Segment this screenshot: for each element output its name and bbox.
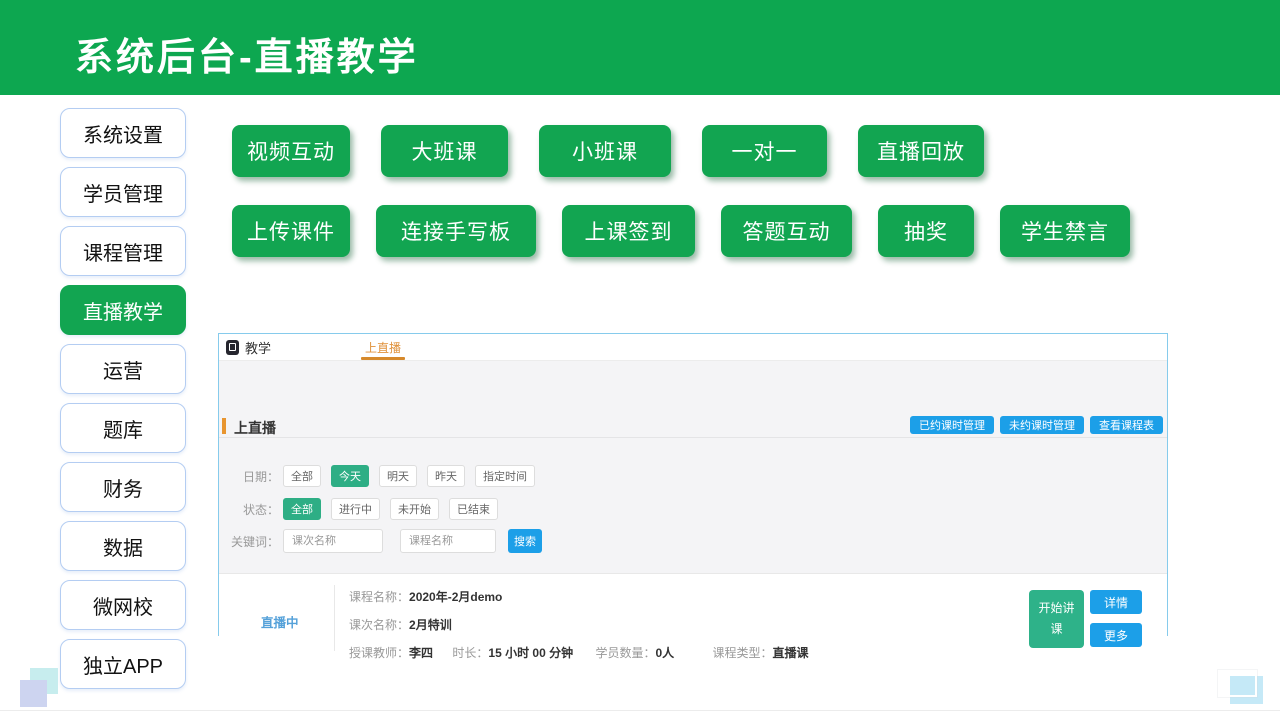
section-divider (219, 437, 1167, 438)
course-type-label: 课程类型： (712, 646, 772, 660)
sidebar-item-data[interactable]: 数据 (60, 521, 186, 571)
sidebar-item-student-management[interactable]: 学员管理 (60, 167, 186, 217)
feature-button-quiz-interaction[interactable]: 答题互动 (721, 205, 852, 257)
panel-content: 上直播 已约课时管理 未约课时管理 查看课程表 日期： 全部 今天 明天 昨天 … (219, 361, 1167, 635)
lesson-name-line: 课次名称：2月特训 (349, 616, 809, 632)
details-button[interactable]: 详情 (1090, 590, 1142, 614)
unbooked-lessons-button[interactable]: 未约课时管理 (1000, 416, 1084, 434)
status-filter-all[interactable]: 全部 (283, 498, 321, 520)
tab-go-live[interactable]: 上直播 (365, 334, 401, 360)
feature-button-small-class[interactable]: 小班课 (539, 125, 671, 177)
course-name-label: 课程名称： (349, 590, 409, 604)
date-filter-today[interactable]: 今天 (331, 465, 369, 487)
feature-button-mute-students[interactable]: 学生禁言 (1000, 205, 1130, 257)
booked-lessons-button[interactable]: 已约课时管理 (910, 416, 994, 434)
decorative-square-bottom-left-lavender (20, 680, 47, 707)
keyword-label: 关键词： (219, 533, 279, 550)
feature-buttons-row1: 视频互动 大班课 小班课 一对一 直播回放 (232, 125, 984, 177)
date-filter-label: 日期： (219, 468, 279, 485)
sidebar-item-question-bank[interactable]: 题库 (60, 403, 186, 453)
feature-button-large-class[interactable]: 大班课 (381, 125, 508, 177)
course-list: 直播中 课程名称：2020年-2月demo 课次名称：2月特训 授课教师：李四 … (219, 573, 1167, 662)
teacher-value: 李四 (409, 646, 433, 660)
sidebar-item-operations[interactable]: 运营 (60, 344, 186, 394)
feature-button-one-on-one[interactable]: 一对一 (702, 125, 827, 177)
row-divider (334, 585, 335, 651)
section-title: 上直播 (234, 418, 276, 438)
section-accent-bar (222, 418, 226, 434)
status-filter-not-started[interactable]: 未开始 (390, 498, 439, 520)
sidebar: 系统设置 学员管理 课程管理 直播教学 运营 题库 财务 数据 微网校 独立AP… (60, 108, 186, 689)
feature-buttons-row2: 上传课件 连接手写板 上课签到 答题互动 抽奖 学生禁言 (232, 205, 1130, 257)
feature-button-live-replay[interactable]: 直播回放 (858, 125, 984, 177)
course-type-value: 直播课 (773, 646, 809, 660)
feature-button-video-interaction[interactable]: 视频互动 (232, 125, 350, 177)
decorative-square-bottom-right-outline (1218, 670, 1257, 697)
sidebar-item-live-teaching[interactable]: 直播教学 (60, 285, 186, 335)
teacher-pair: 授课教师：李四 (349, 644, 433, 661)
lesson-name-label: 课次名称： (349, 618, 409, 632)
start-teaching-button[interactable]: 开始讲课 (1029, 590, 1084, 648)
course-type-pair: 课程类型：直播课 (712, 644, 808, 661)
page-header: 系统后台-直播教学 (0, 0, 1280, 95)
status-filter-in-progress[interactable]: 进行中 (331, 498, 380, 520)
app-label: 教学 (245, 338, 271, 357)
teaching-app-icon-glyph (229, 343, 236, 351)
admin-panel: 教学 上直播 上直播 已约课时管理 未约课时管理 查看课程表 日期： 全部 今天… (218, 333, 1168, 636)
feature-button-lucky-draw[interactable]: 抽奖 (878, 205, 974, 257)
feature-button-connect-tablet[interactable]: 连接手写板 (376, 205, 536, 257)
sidebar-item-course-management[interactable]: 课程管理 (60, 226, 186, 276)
course-meta-line: 授课教师：李四 时长：15 小时 00 分钟 学员数量：0人 课程类型：直播课 (349, 644, 809, 660)
course-name-line: 课程名称：2020年-2月demo (349, 588, 809, 604)
date-filter-tomorrow[interactable]: 明天 (379, 465, 417, 487)
students-count-label: 学员数量： (595, 646, 655, 660)
date-filter-row: 日期： 全部 今天 明天 昨天 指定时间 (219, 465, 535, 487)
search-button[interactable]: 搜索 (508, 529, 542, 553)
date-filter-yesterday[interactable]: 昨天 (427, 465, 465, 487)
date-filter-all[interactable]: 全部 (283, 465, 321, 487)
teacher-label: 授课教师： (349, 646, 409, 660)
live-status-badge: 直播中 (261, 612, 299, 631)
course-row-details: 课程名称：2020年-2月demo 课次名称：2月特训 授课教师：李四 时长：1… (349, 588, 809, 672)
status-filter-ended[interactable]: 已结束 (449, 498, 498, 520)
sidebar-item-system-settings[interactable]: 系统设置 (60, 108, 186, 158)
duration-value: 15 小时 00 分钟 (488, 646, 573, 660)
sidebar-item-micro-school[interactable]: 微网校 (60, 580, 186, 630)
feature-button-class-checkin[interactable]: 上课签到 (562, 205, 695, 257)
page: 系统后台-直播教学 系统设置 学员管理 课程管理 直播教学 运营 题库 财务 数… (0, 0, 1280, 720)
page-title: 系统后台-直播教学 (75, 26, 419, 81)
lesson-name-input[interactable] (283, 529, 383, 553)
course-name-value: 2020年-2月demo (409, 590, 502, 604)
panel-tabbar: 教学 上直播 (219, 334, 1167, 361)
bottom-divider (0, 710, 1280, 711)
sidebar-item-finance[interactable]: 财务 (60, 462, 186, 512)
status-filter-row: 状态： 全部 进行中 未开始 已结束 (219, 498, 498, 520)
lesson-name-value: 2月特训 (409, 618, 452, 632)
status-filter-label: 状态： (219, 501, 279, 518)
students-pair: 学员数量：0人 (595, 644, 674, 661)
duration-pair: 时长：15 小时 00 分钟 (452, 644, 573, 661)
students-count-value: 0人 (655, 646, 674, 660)
sidebar-item-standalone-app[interactable]: 独立APP (60, 639, 186, 689)
date-filter-custom-time[interactable]: 指定时间 (475, 465, 535, 487)
panel-header-buttons: 已约课时管理 未约课时管理 查看课程表 (910, 416, 1163, 434)
teaching-app-icon (226, 340, 239, 355)
feature-button-upload-courseware[interactable]: 上传课件 (232, 205, 350, 257)
course-name-input[interactable] (400, 529, 496, 553)
more-button[interactable]: 更多 (1090, 623, 1142, 647)
view-schedule-button[interactable]: 查看课程表 (1090, 416, 1163, 434)
keyword-search-row: 关键词： 搜索 (219, 529, 542, 553)
duration-label: 时长： (452, 646, 488, 660)
